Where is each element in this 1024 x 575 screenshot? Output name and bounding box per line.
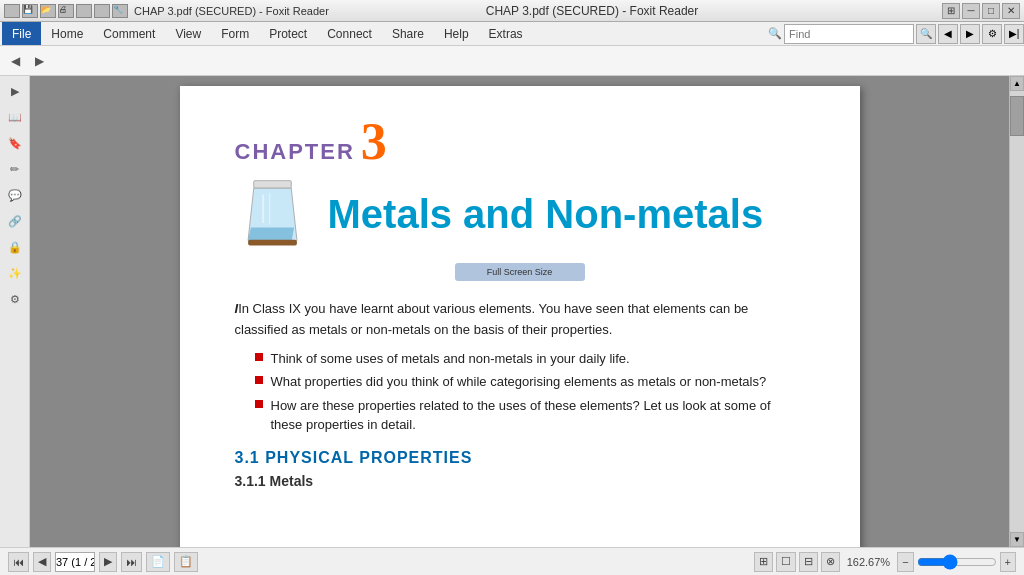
- undo-icon-btn[interactable]: [76, 4, 92, 18]
- bullet-icon: [255, 400, 263, 408]
- find-box: 🔍 🔍 ◀ ▶ ⚙ ▶|: [768, 24, 1024, 44]
- open-icon-btn[interactable]: 📂: [40, 4, 56, 18]
- pdf-area: CHAPTER 3 Metals and Non: [30, 76, 1009, 547]
- sidebar-edit-btn[interactable]: ✏: [4, 158, 26, 180]
- sidebar-nav-btn[interactable]: ▶: [4, 80, 26, 102]
- find-input[interactable]: [784, 24, 914, 44]
- zoom-in-button[interactable]: +: [1000, 552, 1016, 572]
- section-title: 3.1 PHYSICAL PROPERTIES: [235, 449, 805, 467]
- bullet-icon: [255, 353, 263, 361]
- window-title: CHAP 3.pdf (SECURED) - Foxit Reader: [486, 4, 699, 18]
- tools-icon-btn[interactable]: 🔧: [112, 4, 128, 18]
- grid-icon[interactable]: ⊞: [942, 3, 960, 19]
- menu-extras[interactable]: Extras: [479, 22, 533, 45]
- sidebar-settings-btn[interactable]: ⚙: [4, 288, 26, 310]
- view-btn2[interactable]: 📋: [174, 552, 198, 572]
- main-title: Metals and Non-metals: [328, 192, 764, 236]
- menu-home[interactable]: Home: [41, 22, 93, 45]
- sub-section-title: 3.1.1 Metals: [235, 473, 805, 489]
- fit-width-btn[interactable]: ☐: [776, 552, 796, 572]
- sidebar-magic-btn[interactable]: ✨: [4, 262, 26, 284]
- sidebar-link-btn[interactable]: 🔗: [4, 210, 26, 232]
- thumbnail-btn[interactable]: ⊟: [799, 552, 818, 572]
- minimize-button[interactable]: ─: [962, 3, 980, 19]
- chapter-number: 3: [361, 116, 387, 168]
- maximize-button[interactable]: □: [982, 3, 1000, 19]
- bullet-list: Think of some uses of metals and non-met…: [255, 349, 805, 435]
- sidebar-lock-btn[interactable]: 🔒: [4, 236, 26, 258]
- reflow-btn[interactable]: ⊗: [821, 552, 840, 572]
- menu-form[interactable]: Form: [211, 22, 259, 45]
- title-bar: 💾 📂 🖨 🔧 CHAP 3.pdf (SECURED) - Foxit Rea…: [0, 0, 1024, 22]
- toolbar: ◀ ▶: [0, 46, 1024, 76]
- find-options-button[interactable]: ⚙: [982, 24, 1002, 44]
- menu-connect[interactable]: Connect: [317, 22, 382, 45]
- sidebar-bookmarks-btn[interactable]: 🔖: [4, 132, 26, 154]
- page-number-input[interactable]: [55, 552, 95, 572]
- right-scrollbar[interactable]: ▲ ▼: [1009, 76, 1024, 547]
- print-icon-btn[interactable]: 🖨: [58, 4, 74, 18]
- sidebar-comment-btn[interactable]: 💬: [4, 184, 26, 206]
- menu-comment[interactable]: Comment: [93, 22, 165, 45]
- menu-file[interactable]: File: [2, 22, 41, 45]
- nav-next-button[interactable]: ▶: [99, 552, 117, 572]
- scroll-thumb[interactable]: [1010, 96, 1024, 136]
- search-icon: 🔍: [768, 27, 782, 40]
- sidebar-pages-btn[interactable]: 📖: [4, 106, 26, 128]
- main-area: ▶ 📖 🔖 ✏ 💬 🔗 🔒 ✨ ⚙ CHAPTER 3: [0, 76, 1024, 547]
- menu-view[interactable]: View: [165, 22, 211, 45]
- beaker-image: [235, 176, 310, 251]
- list-item: Think of some uses of metals and non-met…: [255, 349, 805, 369]
- chapter-label: CHAPTER: [235, 139, 355, 165]
- menu-bar: File Home Comment View Form Protect Conn…: [0, 22, 1024, 46]
- list-item: How are these properties related to the …: [255, 396, 805, 435]
- nav-prev-button[interactable]: ◀: [33, 552, 51, 572]
- toolbar-fwd-btn[interactable]: ▶: [28, 50, 50, 72]
- title-text: CHAP 3.pdf (SECURED) - Foxit Reader: [134, 5, 329, 17]
- status-bar: ⏮ ◀ ▶ ⏭ 📄 📋 ⊞ ☐ ⊟ ⊗ 162.67% − +: [0, 547, 1024, 575]
- view-btn1[interactable]: 📄: [146, 552, 170, 572]
- zoom-label: 162.67%: [847, 556, 890, 568]
- intro-paragraph: IIn Class IX you have learnt about vario…: [235, 299, 805, 341]
- window-controls[interactable]: ⊞ ─ □ ✕: [942, 3, 1020, 19]
- app-icon: [4, 4, 20, 18]
- title-bar-icons: 💾 📂 🖨 🔧 CHAP 3.pdf (SECURED) - Foxit Rea…: [4, 4, 329, 18]
- fullscreen-label: Full Screen Size: [487, 267, 553, 277]
- redo-icon-btn[interactable]: [94, 4, 110, 18]
- zoom-slider[interactable]: [917, 554, 997, 570]
- menu-help[interactable]: Help: [434, 22, 479, 45]
- bullet-icon: [255, 376, 263, 384]
- scroll-down-arrow[interactable]: ▼: [1010, 532, 1024, 547]
- nav-first-button[interactable]: ⏮: [8, 552, 29, 572]
- bullet-text-2: What properties did you think of while c…: [271, 372, 767, 392]
- nav-last-button[interactable]: ⏭: [121, 552, 142, 572]
- close-button[interactable]: ✕: [1002, 3, 1020, 19]
- right-panel-button[interactable]: ▶|: [1004, 24, 1024, 44]
- save-icon-btn[interactable]: 💾: [22, 4, 38, 18]
- find-button[interactable]: 🔍: [916, 24, 936, 44]
- chapter-header: CHAPTER 3: [235, 116, 805, 168]
- bullet-text-3: How are these properties related to the …: [271, 396, 805, 435]
- scroll-up-arrow[interactable]: ▲: [1010, 76, 1024, 91]
- toolbar-back-btn[interactable]: ◀: [4, 50, 26, 72]
- fit-page-btn[interactable]: ⊞: [754, 552, 773, 572]
- find-prev-button[interactable]: ◀: [938, 24, 958, 44]
- svg-rect-3: [248, 240, 297, 246]
- bullet-text-1: Think of some uses of metals and non-met…: [271, 349, 630, 369]
- list-item: What properties did you think of while c…: [255, 372, 805, 392]
- pdf-page: CHAPTER 3 Metals and Non: [180, 86, 860, 547]
- title-row: Metals and Non-metals: [235, 176, 805, 251]
- menu-share[interactable]: Share: [382, 22, 434, 45]
- menu-protect[interactable]: Protect: [259, 22, 317, 45]
- zoom-out-button[interactable]: −: [897, 552, 913, 572]
- zoom-controls: ⊞ ☐ ⊟ ⊗ 162.67% − +: [754, 552, 1016, 572]
- left-sidebar: ▶ 📖 🔖 ✏ 💬 🔗 🔒 ✨ ⚙: [0, 76, 30, 547]
- fullscreen-bar[interactable]: Full Screen Size: [455, 263, 585, 281]
- find-next-button[interactable]: ▶: [960, 24, 980, 44]
- svg-rect-0: [253, 181, 291, 189]
